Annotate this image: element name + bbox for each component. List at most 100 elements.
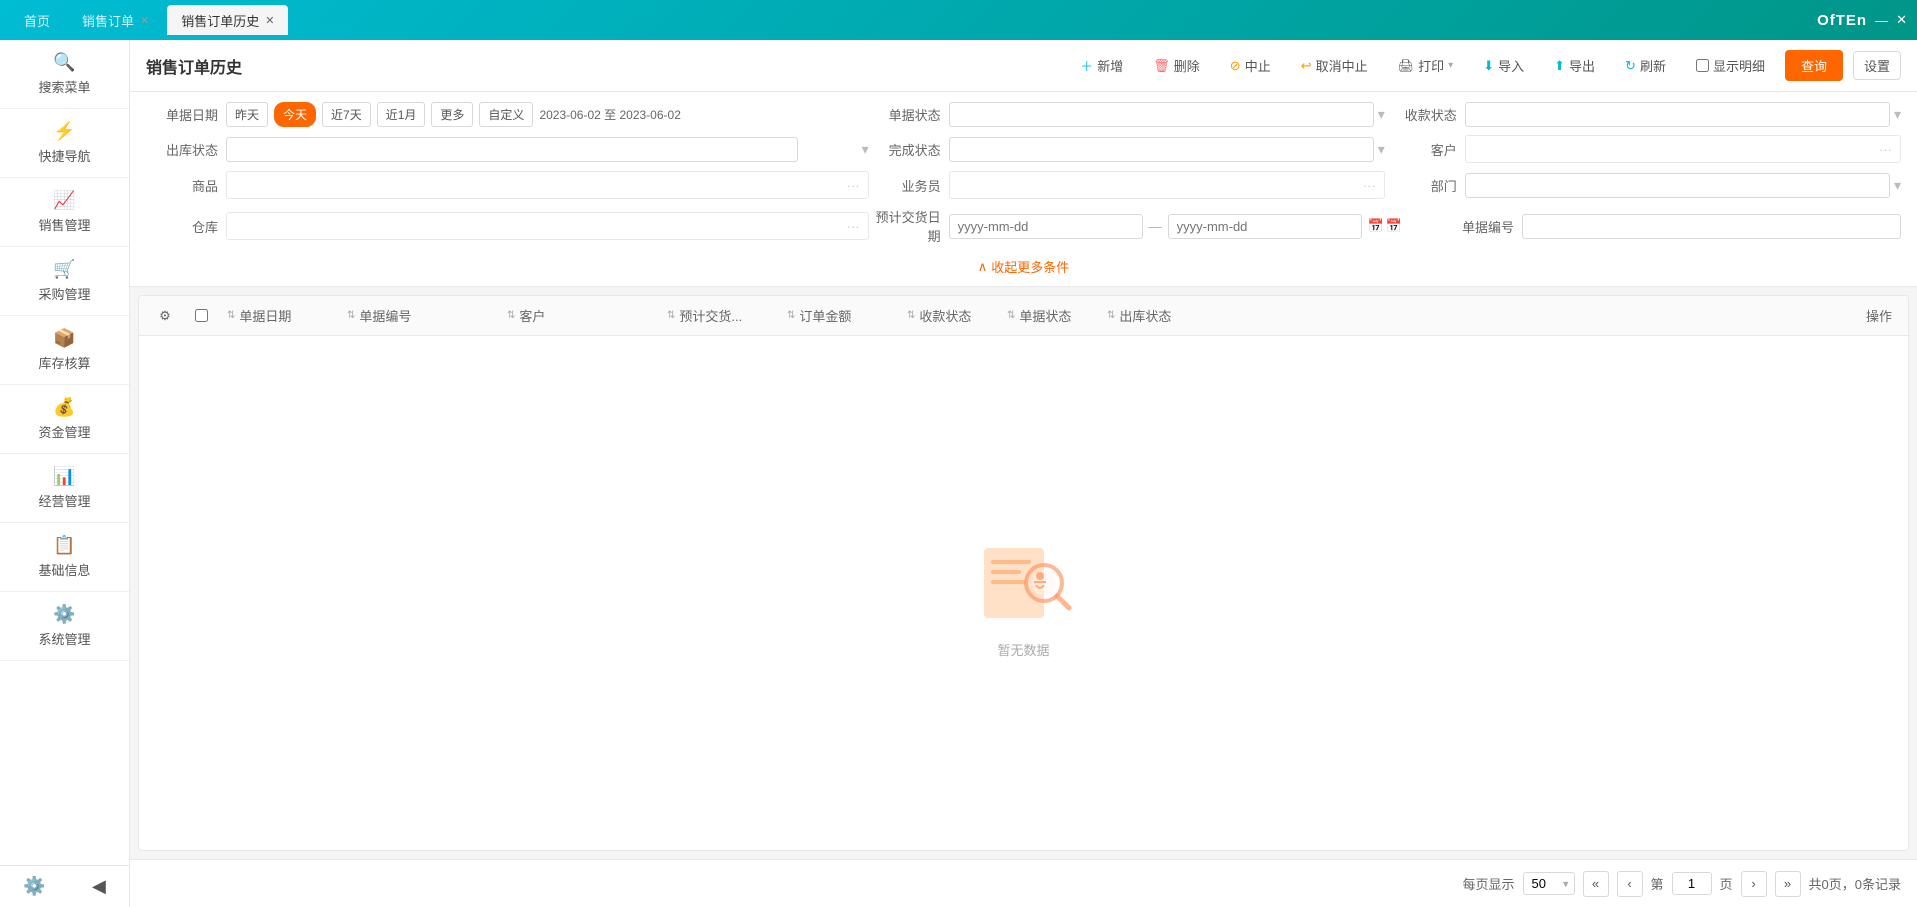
- filter-row-1: 单据日期 昨天 今天 近7天 近1月 更多 自定义 2023-06-02 至 2…: [146, 102, 1901, 127]
- page-number-input[interactable]: [1672, 872, 1712, 895]
- tab-sales-order-history[interactable]: 销售订单历史 ✕: [167, 5, 288, 35]
- payment-status-wrapper: [1465, 102, 1890, 127]
- th-bill-number[interactable]: ⇅ 单据编号: [339, 306, 499, 325]
- import-button[interactable]: ⬇ 导入: [1473, 51, 1534, 80]
- tab-sales-order-history-close[interactable]: ✕: [265, 14, 274, 27]
- tab-sales-order[interactable]: 销售订单 ✕: [68, 5, 163, 35]
- date-btn-today[interactable]: 今天: [274, 102, 316, 127]
- th-warehouse-status[interactable]: ⇅ 出库状态: [1099, 306, 1199, 325]
- th-payment-status-label: 收款状态: [919, 306, 971, 325]
- date-btn-more[interactable]: 更多: [431, 102, 473, 127]
- show-details-checkbox[interactable]: [1696, 59, 1709, 72]
- settings-button[interactable]: 设置: [1853, 51, 1901, 80]
- refresh-button[interactable]: ↻ 刷新: [1615, 51, 1676, 80]
- sidebar-item-basic-info[interactable]: 📋 基础信息: [0, 523, 129, 592]
- first-page-button[interactable]: «: [1583, 871, 1609, 897]
- window-minimize[interactable]: —: [1875, 13, 1888, 28]
- sidebar-item-system-mgmt[interactable]: ⚙️ 系统管理: [0, 592, 129, 661]
- show-details-checkbox-label[interactable]: 显示明细: [1686, 51, 1775, 80]
- calendar-to-icon[interactable]: 📅: [1386, 218, 1402, 234]
- warehouse-status-wrapper: [226, 137, 862, 162]
- stop-label: 中止: [1245, 56, 1271, 75]
- salesperson-field[interactable]: ···: [949, 171, 1385, 199]
- collapse-bar[interactable]: ∧ 收起更多条件: [146, 253, 1901, 276]
- th-order-amount-label: 订单金额: [799, 306, 851, 325]
- date-btn-1month[interactable]: 近1月: [377, 102, 426, 127]
- sidebar-item-quick-nav-label: 快捷导航: [38, 146, 90, 165]
- last-page-button[interactable]: »: [1775, 871, 1801, 897]
- sidebar-item-purchase-mgmt[interactable]: 🛒 采购管理: [0, 247, 129, 316]
- sidebar-item-inventory-calc[interactable]: 📦 库存核算: [0, 316, 129, 385]
- th-customer[interactable]: ⇅ 客户: [499, 306, 659, 325]
- complete-status-label: 完成状态: [869, 140, 949, 159]
- delete-button[interactable]: 🗑 删除: [1143, 51, 1210, 80]
- th-bill-status[interactable]: ⇅ 单据状态: [999, 306, 1099, 325]
- th-bill-date[interactable]: ⇅ 单据日期: [219, 306, 339, 325]
- salesperson-label: 业务员: [869, 176, 949, 195]
- calendar-from-icon[interactable]: 📅: [1368, 218, 1384, 234]
- sidebar-settings-icon[interactable]: ⚙️: [23, 876, 45, 897]
- table-container: ⚙ ⇅ 单据日期 ⇅ 单据编号 ⇅ 客户 ⇅: [138, 295, 1909, 851]
- complete-status-select[interactable]: [949, 137, 1374, 162]
- tab-sales-order-close[interactable]: ✕: [140, 14, 149, 27]
- customer-field[interactable]: ···: [1465, 135, 1901, 163]
- th-payment-status[interactable]: ⇅ 收款状态: [899, 306, 999, 325]
- bill-status-select[interactable]: [949, 102, 1374, 127]
- bill-number-input[interactable]: [1522, 214, 1901, 239]
- filter-row-4: 仓库 ··· 预计交货日期 — 📅 📅 单据编号: [146, 207, 1901, 245]
- per-page-select[interactable]: 50 10 20 100: [1523, 872, 1575, 895]
- sidebar-item-fund-mgmt[interactable]: 💰 资金管理: [0, 385, 129, 454]
- sidebar-item-search-menu[interactable]: 🔍 搜索菜单: [0, 40, 129, 109]
- expected-delivery-to-input[interactable]: [1168, 214, 1362, 239]
- bill-status-wrapper: [949, 102, 1374, 127]
- stop-button[interactable]: ⊘ 中止: [1220, 51, 1281, 80]
- page-label: 第: [1651, 874, 1664, 893]
- th-settings[interactable]: ⚙: [147, 308, 183, 324]
- empty-state: 暂无数据: [964, 528, 1084, 659]
- department-select[interactable]: [1465, 173, 1890, 198]
- empty-text: 暂无数据: [997, 640, 1049, 659]
- cancel-stop-button[interactable]: ↩ 取消中止: [1291, 51, 1378, 80]
- payment-status-select[interactable]: [1465, 102, 1890, 127]
- gear-icon: ⚙: [159, 308, 171, 324]
- warehouse-dots: ···: [847, 219, 860, 234]
- cancel-stop-icon: ↩: [1301, 58, 1312, 74]
- sidebar: 🔍 搜索菜单 ⚡ 快捷导航 📈 销售管理 🛒 采购管理 📦 库存核算 💰 资金管…: [0, 40, 130, 907]
- sidebar-item-system-mgmt-label: 系统管理: [38, 629, 90, 648]
- sidebar-collapse-icon[interactable]: ◀: [92, 876, 106, 897]
- tab-home[interactable]: 首页: [10, 5, 64, 35]
- sidebar-item-basic-info-label: 基础信息: [38, 560, 90, 579]
- new-button[interactable]: ＋ 新增: [1070, 51, 1133, 80]
- warehouse-field[interactable]: ···: [226, 212, 869, 240]
- select-all-checkbox[interactable]: [195, 309, 208, 322]
- sidebar-item-quick-nav[interactable]: ⚡ 快捷导航: [0, 109, 129, 178]
- date-range-text: 2023-06-02 至 2023-06-02: [539, 106, 680, 123]
- sidebar-item-inventory-calc-label: 库存核算: [38, 353, 90, 372]
- plus-icon: ＋: [1080, 56, 1093, 75]
- sidebar-item-operation-mgmt[interactable]: 📊 经营管理: [0, 454, 129, 523]
- next-page-button[interactable]: ›: [1741, 871, 1767, 897]
- window-close[interactable]: ✕: [1896, 12, 1907, 28]
- print-button[interactable]: 🖨 打印 ▾: [1388, 51, 1464, 80]
- page-title: 销售订单历史: [146, 54, 242, 78]
- payment-status-label: 收款状态: [1385, 105, 1465, 124]
- date-btn-yesterday[interactable]: 昨天: [226, 102, 268, 127]
- query-button[interactable]: 查询: [1785, 50, 1843, 81]
- product-field[interactable]: ···: [226, 171, 869, 199]
- th-warehouse-status-label: 出库状态: [1119, 306, 1171, 325]
- date-btn-7days[interactable]: 近7天: [322, 102, 371, 127]
- bill-number-label: 单据编号: [1442, 217, 1522, 236]
- trash-icon: 🗑: [1153, 58, 1170, 74]
- th-checkbox[interactable]: [183, 309, 219, 322]
- th-order-amount[interactable]: ⇅ 订单金额: [779, 306, 899, 325]
- sidebar-item-sales-mgmt[interactable]: 📈 销售管理: [0, 178, 129, 247]
- expected-delivery-from-input[interactable]: [949, 214, 1143, 239]
- th-expected-delivery[interactable]: ⇅ 预计交货...: [659, 306, 779, 325]
- date-btn-custom[interactable]: 自定义: [479, 102, 533, 127]
- prev-page-button[interactable]: ‹: [1617, 871, 1643, 897]
- warehouse-status-select[interactable]: [226, 137, 798, 162]
- export-button[interactable]: ⬆ 导出: [1544, 51, 1605, 80]
- per-page-select-wrapper: 50 10 20 100: [1523, 872, 1575, 895]
- sort-icon-customer: ⇅: [507, 310, 515, 321]
- sidebar-item-search-menu-label: 搜索菜单: [38, 77, 90, 96]
